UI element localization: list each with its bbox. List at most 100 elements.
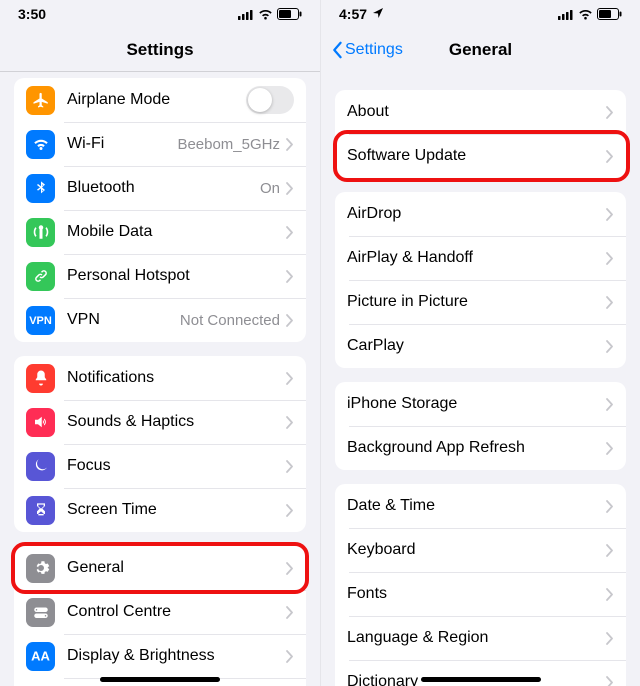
toggle[interactable] xyxy=(246,86,294,114)
chevron-right-icon xyxy=(606,208,614,221)
row-dictionary[interactable]: Dictionary xyxy=(335,660,626,686)
status-indicators xyxy=(238,8,302,20)
row-label: Background App Refresh xyxy=(347,439,606,457)
row-label: Display & Brightness xyxy=(67,647,286,665)
row-label: Screen Time xyxy=(67,501,286,519)
bell-icon xyxy=(26,364,55,393)
antenna-icon xyxy=(26,218,55,247)
chevron-right-icon xyxy=(286,314,294,327)
row-language-region[interactable]: Language & Region xyxy=(335,616,626,660)
row-label: AirDrop xyxy=(347,205,606,223)
chevron-right-icon xyxy=(606,296,614,309)
row-airdrop[interactable]: AirDrop xyxy=(335,192,626,236)
row-date-time[interactable]: Date & Time xyxy=(335,484,626,528)
row-label: Wi-Fi xyxy=(67,135,177,153)
row-label: Mobile Data xyxy=(67,223,286,241)
row-value: On xyxy=(260,180,280,197)
wifi-icon xyxy=(26,130,55,159)
row-display-brightness[interactable]: AA Display & Brightness xyxy=(14,634,306,678)
row-screen-time[interactable]: Screen Time xyxy=(14,488,306,532)
row-fonts[interactable]: Fonts xyxy=(335,572,626,616)
chevron-right-icon xyxy=(286,504,294,517)
svg-text:AA: AA xyxy=(31,648,50,663)
status-bar: 4:57 xyxy=(321,0,640,28)
row-keyboard[interactable]: Keyboard xyxy=(335,528,626,572)
navbar: Settings xyxy=(0,28,320,72)
settings-group: Airplane ModeWi-FiBeebom_5GHzBluetoothOn… xyxy=(14,78,306,342)
row-airplane-mode[interactable]: Airplane Mode xyxy=(14,78,306,122)
home-indicator xyxy=(100,677,220,682)
chevron-right-icon xyxy=(286,226,294,239)
battery-icon xyxy=(277,8,302,20)
row-label: CarPlay xyxy=(347,337,606,355)
row-label: Notifications xyxy=(67,369,286,387)
chevron-left-icon xyxy=(331,41,343,59)
chevron-right-icon xyxy=(606,544,614,557)
row-label: Bluetooth xyxy=(67,179,260,197)
row-iphone-storage[interactable]: iPhone Storage xyxy=(335,382,626,426)
row-software-update[interactable]: Software Update xyxy=(335,134,626,178)
settings-group: AirDrop AirPlay & Handoff Picture in Pictu… xyxy=(335,192,626,368)
row-notifications[interactable]: Notifications xyxy=(14,356,306,400)
row-bluetooth[interactable]: BluetoothOn xyxy=(14,166,306,210)
chevron-right-icon xyxy=(286,606,294,619)
vpn-icon: VPN xyxy=(26,306,55,335)
switches-icon xyxy=(26,598,55,627)
row-wifi[interactable]: Wi-FiBeebom_5GHz xyxy=(14,122,306,166)
row-label: Language & Region xyxy=(347,629,606,647)
settings-group: Date & Time Keyboard Fonts Language & Regio… xyxy=(335,484,626,686)
row-label: Control Centre xyxy=(67,603,286,621)
row-control-centre[interactable]: Control Centre xyxy=(14,590,306,634)
row-label: Airplane Mode xyxy=(67,91,246,109)
row-label: About xyxy=(347,103,606,121)
row-carplay[interactable]: CarPlay xyxy=(335,324,626,368)
row-mobile-data[interactable]: Mobile Data xyxy=(14,210,306,254)
row-focus[interactable]: Focus xyxy=(14,444,306,488)
row-airplay-handoff[interactable]: AirPlay & Handoff xyxy=(335,236,626,280)
screenshot-general: 4:57 Settings General About Software Upda… xyxy=(320,0,640,686)
hourglass-icon xyxy=(26,496,55,525)
row-label: AirPlay & Handoff xyxy=(347,249,606,267)
cellular-icon xyxy=(238,9,254,20)
airplane-icon xyxy=(26,86,55,115)
row-personal-hotspot[interactable]: Personal Hotspot xyxy=(14,254,306,298)
page-title: General xyxy=(449,40,512,60)
row-picture-in-picture[interactable]: Picture in Picture xyxy=(335,280,626,324)
row-label: Keyboard xyxy=(347,541,606,559)
chevron-right-icon xyxy=(286,562,294,575)
page-title: Settings xyxy=(126,40,193,60)
settings-group: iPhone Storage Background App Refresh xyxy=(335,382,626,470)
row-label: iPhone Storage xyxy=(347,395,606,413)
chevron-right-icon xyxy=(286,460,294,473)
chevron-right-icon xyxy=(286,416,294,429)
link-icon xyxy=(26,262,55,291)
chevron-right-icon xyxy=(286,182,294,195)
row-general[interactable]: General xyxy=(14,546,306,590)
settings-group: About Software Update xyxy=(335,90,626,178)
row-background-refresh[interactable]: Background App Refresh xyxy=(335,426,626,470)
row-label: Focus xyxy=(67,457,286,475)
chevron-right-icon xyxy=(606,252,614,265)
row-label: General xyxy=(67,559,286,577)
back-label: Settings xyxy=(345,41,403,59)
row-label: Fonts xyxy=(347,585,606,603)
row-about[interactable]: About xyxy=(335,90,626,134)
battery-icon xyxy=(597,8,622,20)
row-vpn[interactable]: VPNVPNNot Connected xyxy=(14,298,306,342)
location-icon xyxy=(373,8,383,18)
wifi-status-icon xyxy=(258,9,273,20)
chevron-right-icon xyxy=(606,398,614,411)
row-sounds-haptics[interactable]: Sounds & Haptics xyxy=(14,400,306,444)
chevron-right-icon xyxy=(286,650,294,663)
status-time: 3:50 xyxy=(18,6,46,22)
gear-icon xyxy=(26,554,55,583)
wifi-status-icon xyxy=(578,9,593,20)
back-button[interactable]: Settings xyxy=(331,41,403,59)
chevron-right-icon xyxy=(286,372,294,385)
navbar: Settings General xyxy=(321,28,640,72)
row-label: Picture in Picture xyxy=(347,293,606,311)
speaker-icon xyxy=(26,408,55,437)
chevron-right-icon xyxy=(606,588,614,601)
chevron-right-icon xyxy=(606,442,614,455)
chevron-right-icon xyxy=(606,632,614,645)
